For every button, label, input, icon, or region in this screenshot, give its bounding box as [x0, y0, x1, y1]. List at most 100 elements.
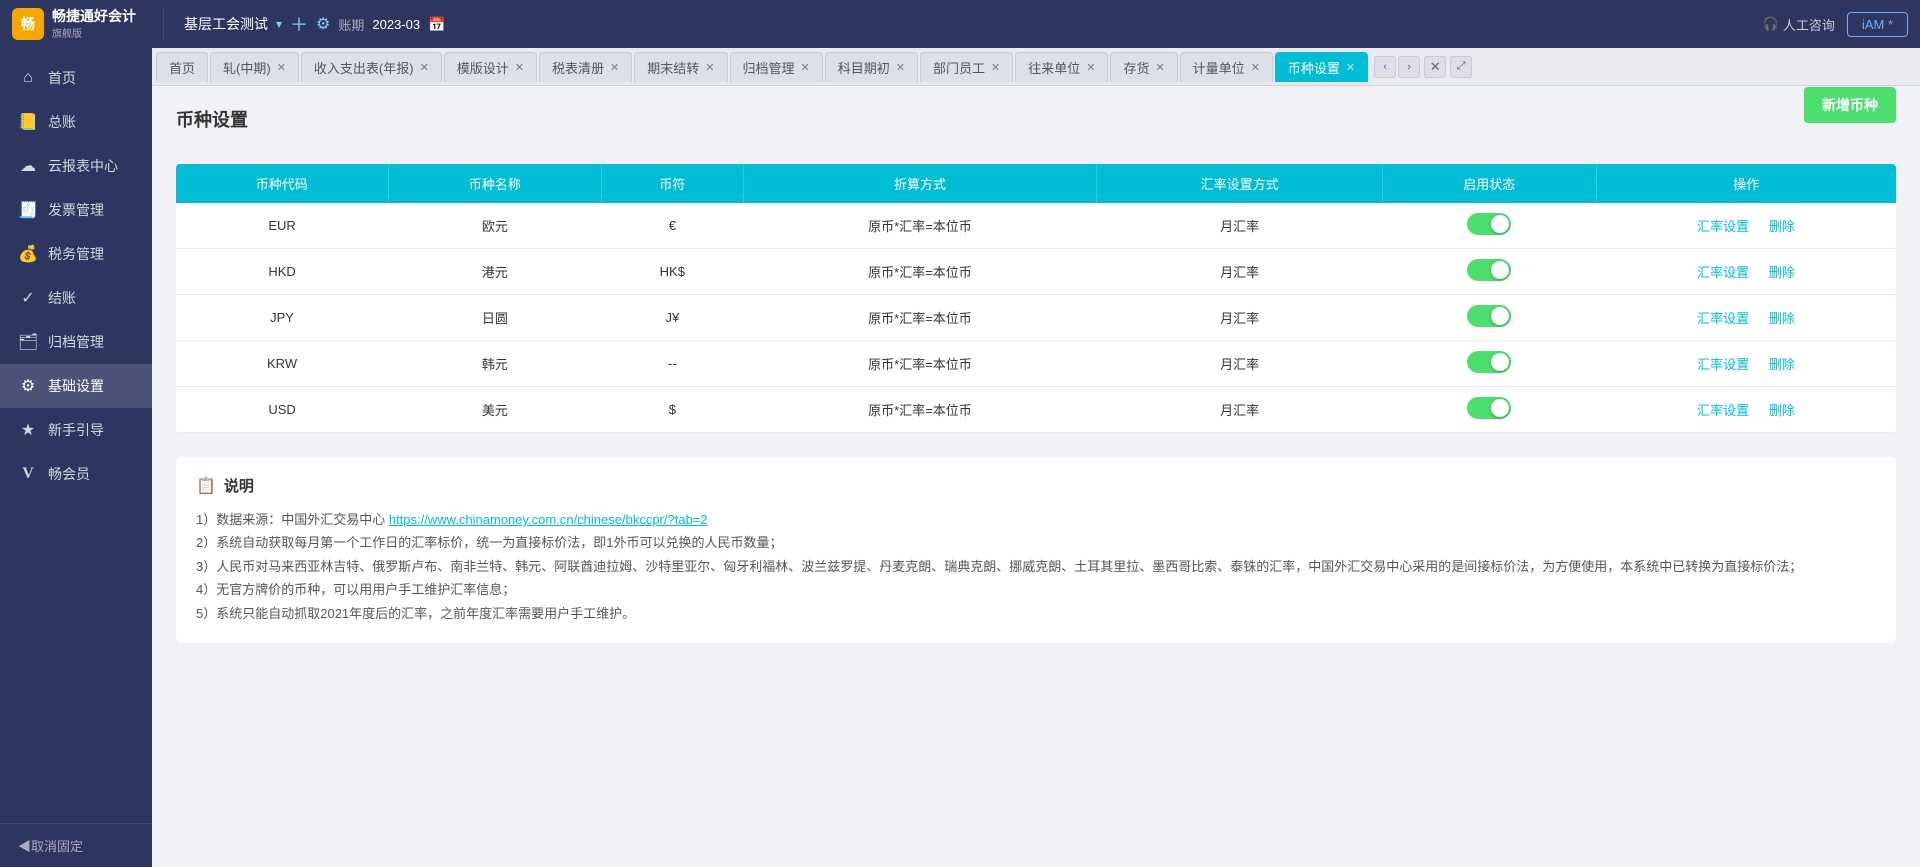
- add-tab-button[interactable]: ＋: [290, 11, 308, 37]
- tab-close-dept[interactable]: ✕: [991, 61, 1000, 74]
- tab-close-currency[interactable]: ✕: [1346, 61, 1355, 74]
- cell-calc: 原币*汇率=本位币: [743, 387, 1097, 433]
- delete-link[interactable]: 删除: [1769, 403, 1795, 418]
- tab-close-template[interactable]: ✕: [515, 61, 524, 74]
- tab-archive[interactable]: 归档管理 ✕: [730, 52, 823, 82]
- tab-dept[interactable]: 部门员工 ✕: [920, 52, 1013, 82]
- tab-unit[interactable]: 计量单位 ✕: [1180, 52, 1273, 82]
- toggle-enabled[interactable]: [1467, 351, 1511, 373]
- toggle-enabled[interactable]: [1467, 397, 1511, 419]
- toggle-enabled[interactable]: [1467, 213, 1511, 235]
- page-title: 币种设置: [176, 106, 248, 132]
- toggle-enabled[interactable]: [1467, 259, 1511, 281]
- note-item: 3）人民币对马来西亚林吉特、俄罗斯卢布、南非兰特、韩元、阿联酋迪拉姆、沙特里亚尔…: [196, 555, 1876, 578]
- sidebar-item-ledger[interactable]: 📒 总账: [0, 100, 152, 144]
- sidebar-item-settle[interactable]: ✓ 结账: [0, 276, 152, 320]
- cell-name: 韩元: [388, 341, 602, 387]
- sidebar-menu: ⌂ 首页 📒 总账 ☁ 云报表中心 🧾 发票管理 💰 税务管理: [0, 48, 152, 823]
- cell-enabled[interactable]: [1382, 387, 1596, 433]
- tab-close-unit[interactable]: ✕: [1251, 61, 1260, 74]
- tab-currency[interactable]: 币种设置 ✕: [1275, 52, 1368, 82]
- cell-enabled[interactable]: [1382, 341, 1596, 387]
- tab-subjects[interactable]: 科目期初 ✕: [825, 52, 918, 82]
- col-code: 币种代码: [176, 164, 388, 203]
- rate-setting-link[interactable]: 汇率设置: [1697, 219, 1749, 234]
- calendar-icon[interactable]: 📅: [428, 16, 445, 33]
- tab-close-all-button[interactable]: ✕: [1424, 56, 1446, 78]
- tab-close-taxclear[interactable]: ✕: [610, 61, 619, 74]
- cell-enabled[interactable]: [1382, 203, 1596, 249]
- table-row: HKD 港元 HK$ 原币*汇率=本位币 月汇率 汇率设置 删除: [176, 249, 1896, 295]
- tab-close-archive[interactable]: ✕: [801, 61, 810, 74]
- cell-name: 欧元: [388, 203, 602, 249]
- tab-next-button[interactable]: ›: [1398, 56, 1420, 78]
- cell-code: USD: [176, 387, 388, 433]
- delete-link[interactable]: 删除: [1769, 219, 1795, 234]
- tab-taxclear[interactable]: 税表清册 ✕: [539, 52, 632, 82]
- unpin-button[interactable]: ◀取消固定: [0, 823, 152, 867]
- support-button[interactable]: 🎧 人工咨询: [1763, 15, 1835, 34]
- tab-close-customers[interactable]: ✕: [1086, 61, 1095, 74]
- currency-table: 币种代码 币种名称 币符 折算方式 汇率设置方式 启用状态 操作 EUR 欧元 …: [176, 164, 1896, 433]
- sidebar-item-invoice[interactable]: 🧾 发票管理: [0, 188, 152, 232]
- tab-inventory[interactable]: 存货 ✕: [1110, 52, 1177, 82]
- period-label: 账期: [338, 15, 364, 34]
- cell-enabled[interactable]: [1382, 295, 1596, 341]
- cell-symbol: €: [602, 203, 743, 249]
- delete-link[interactable]: 删除: [1769, 357, 1795, 372]
- rate-setting-link[interactable]: 汇率设置: [1697, 265, 1749, 280]
- tab-prev-button[interactable]: ‹: [1374, 56, 1396, 78]
- tab-close-income[interactable]: ✕: [420, 61, 429, 74]
- cell-symbol: HK$: [602, 249, 743, 295]
- col-status: 启用状态: [1382, 164, 1596, 203]
- account-button[interactable]: iAM *: [1847, 12, 1908, 37]
- rate-setting-link[interactable]: 汇率设置: [1697, 403, 1749, 418]
- sidebar-item-guide[interactable]: ★ 新手引导: [0, 408, 152, 452]
- tab-balance[interactable]: 轧(中期) ✕: [210, 52, 299, 82]
- tab-close-periodend[interactable]: ✕: [705, 61, 714, 74]
- tab-close-inventory[interactable]: ✕: [1155, 61, 1164, 74]
- company-dropdown-icon[interactable]: ▾: [276, 17, 282, 31]
- tab-expand-button[interactable]: ⤢: [1450, 56, 1472, 78]
- tab-periodend[interactable]: 期末结转 ✕: [634, 52, 727, 82]
- period-value: 2023-03: [372, 17, 420, 32]
- headset-icon: 🎧: [1763, 16, 1779, 32]
- cell-calc: 原币*汇率=本位币: [743, 203, 1097, 249]
- cell-enabled[interactable]: [1382, 249, 1596, 295]
- table-row: JPY 日圆 J¥ 原币*汇率=本位币 月汇率 汇率设置 删除: [176, 295, 1896, 341]
- cell-symbol: $: [602, 387, 743, 433]
- sidebar-item-reports[interactable]: ☁ 云报表中心: [0, 144, 152, 188]
- notes-section: 📋 说明 1）数据来源：中国外汇交易中心 https://www.chinamo…: [176, 457, 1896, 643]
- tab-bar: 首页 轧(中期) ✕ 收入支出表(年报) ✕ 模版设计 ✕ 税表清册 ✕: [152, 48, 1920, 86]
- sidebar-item-home[interactable]: ⌂ 首页: [0, 56, 152, 100]
- settings-icon[interactable]: ⚙: [316, 14, 330, 34]
- sidebar-item-archive[interactable]: 🗂 归档管理: [0, 320, 152, 364]
- sidebar-item-tax[interactable]: 💰 税务管理: [0, 232, 152, 276]
- tab-close-subjects[interactable]: ✕: [896, 61, 905, 74]
- notes-link[interactable]: https://www.chinamoney.com.cn/chinese/bk…: [389, 512, 708, 527]
- delete-link[interactable]: 删除: [1769, 265, 1795, 280]
- tab-home[interactable]: 首页: [156, 52, 208, 82]
- tab-template[interactable]: 模版设计 ✕: [444, 52, 537, 82]
- new-currency-button[interactable]: 新增币种: [1804, 87, 1896, 123]
- rate-setting-link[interactable]: 汇率设置: [1697, 357, 1749, 372]
- col-actions: 操作: [1596, 164, 1896, 203]
- ledger-icon: 📒: [18, 112, 38, 132]
- app-title: 畅捷通好会计: [52, 8, 136, 25]
- cell-rate-type: 月汇率: [1097, 341, 1383, 387]
- sidebar-item-vip[interactable]: V 畅会员: [0, 452, 152, 496]
- cell-name: 港元: [388, 249, 602, 295]
- notes-title-text: 说明: [224, 475, 254, 496]
- delete-link[interactable]: 删除: [1769, 311, 1795, 326]
- tab-income[interactable]: 收入支出表(年报) ✕: [301, 52, 442, 82]
- cell-code: HKD: [176, 249, 388, 295]
- settle-icon: ✓: [18, 288, 38, 308]
- tab-close-balance[interactable]: ✕: [277, 61, 286, 74]
- vip-icon: V: [18, 465, 38, 483]
- sidebar-item-basic[interactable]: ⚙ 基础设置: [0, 364, 152, 408]
- guide-icon: ★: [18, 420, 38, 440]
- rate-setting-link[interactable]: 汇率设置: [1697, 311, 1749, 326]
- cell-actions: 汇率设置 删除: [1596, 387, 1896, 433]
- toggle-enabled[interactable]: [1467, 305, 1511, 327]
- tab-customers[interactable]: 往来单位 ✕: [1015, 52, 1108, 82]
